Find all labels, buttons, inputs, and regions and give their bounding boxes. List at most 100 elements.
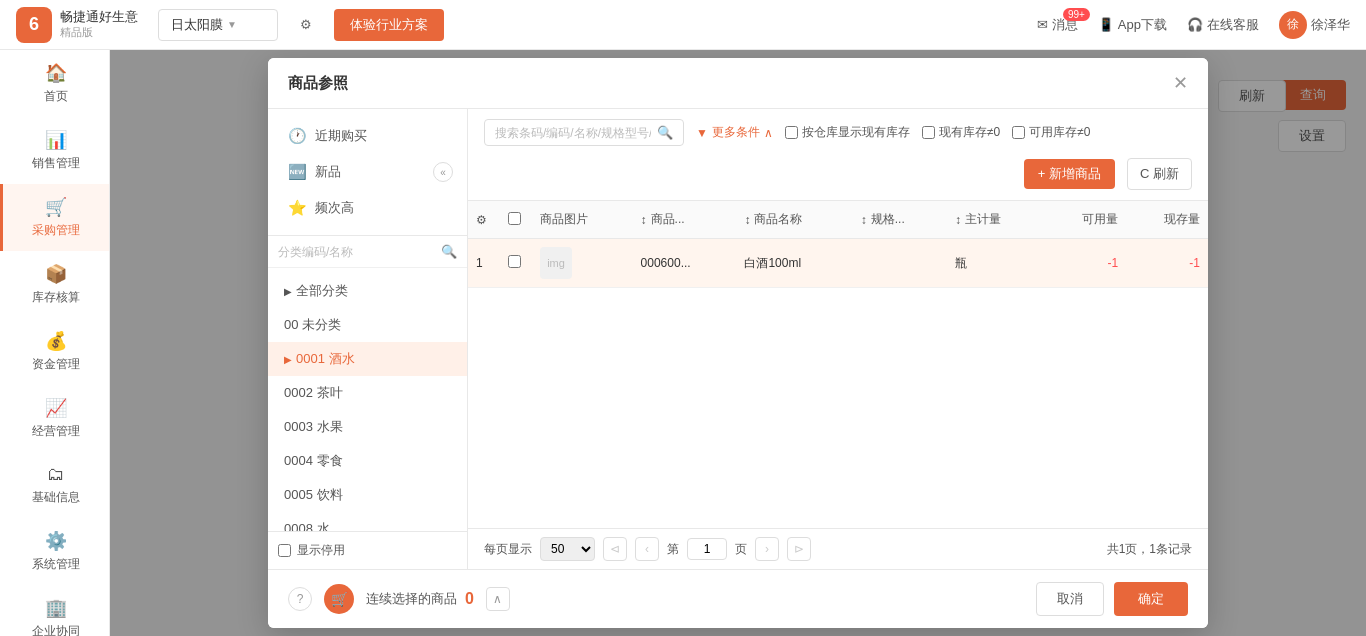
refresh-button[interactable]: C 刷新 xyxy=(1127,158,1192,190)
toolbar: 🔍 ▼ 更多条件 ∧ 按仓库显示现有库存 xyxy=(468,109,1208,201)
first-page-button[interactable]: ⊲ xyxy=(603,537,627,561)
modal-close-button[interactable]: ✕ xyxy=(1173,72,1188,94)
app-download-button[interactable]: 📱 App下载 xyxy=(1098,16,1167,34)
category-0002-label: 0002 茶叶 xyxy=(284,384,343,402)
chevron-up-icon: ∧ xyxy=(764,126,773,140)
col-img: 商品图片 xyxy=(532,201,633,239)
row-checkbox[interactable] xyxy=(508,255,521,268)
cell-unit: 瓶 xyxy=(947,239,1044,288)
category-list: ▶ 全部分类 00 未分类 ▶ 0001 酒水 0002 茶 xyxy=(268,268,467,531)
page-label: 第 xyxy=(667,541,679,558)
category-00[interactable]: 00 未分类 xyxy=(268,308,467,342)
col-code[interactable]: ↕ 商品... xyxy=(633,201,737,239)
search-icon[interactable]: 🔍 xyxy=(441,244,457,259)
sidebar-item-home[interactable]: 🏠 首页 xyxy=(0,50,109,117)
collapse-footer-button[interactable]: ∧ xyxy=(486,587,510,611)
sidebar-item-basic[interactable]: 🗂 基础信息 xyxy=(0,452,109,518)
collapse-panel-button[interactable]: « xyxy=(433,162,453,182)
show-disabled-checkbox[interactable] xyxy=(278,544,291,557)
quick-recent-label: 近期购买 xyxy=(315,127,367,145)
sidebar-item-operations[interactable]: 📈 经营管理 xyxy=(0,385,109,452)
select-all-checkbox[interactable] xyxy=(508,212,521,225)
message-icon: ✉ xyxy=(1037,17,1048,32)
cart-count-area: 连续选择的商品 0 xyxy=(366,590,474,608)
user-avatar[interactable]: 徐 徐泽华 xyxy=(1279,11,1350,39)
messages-button[interactable]: ✉ 消息 99+ xyxy=(1037,16,1078,34)
expand-icon-0001: ▶ xyxy=(284,354,292,365)
sidebar-item-sales[interactable]: 📊 销售管理 xyxy=(0,117,109,184)
prev-page-button[interactable]: ‹ xyxy=(635,537,659,561)
confirm-button[interactable]: 确定 xyxy=(1114,582,1188,616)
pagination: 每页显示 50 100 ⊲ ‹ 第 页 › ⊳ 共 xyxy=(468,528,1208,569)
cancel-button[interactable]: 取消 xyxy=(1036,582,1104,616)
store-selector[interactable]: 日太阳膜 ▼ xyxy=(158,9,278,41)
col-settings[interactable]: ⚙ xyxy=(468,201,500,239)
top-navigation: 6 畅捷通好生意 精品版 日太阳膜 ▼ ⚙ 体验行业方案 ✉ 消息 99+ 📱 … xyxy=(0,0,1366,50)
cell-code: 000600... xyxy=(633,239,737,288)
category-search-input[interactable] xyxy=(278,245,435,259)
category-0001[interactable]: ▶ 0001 酒水 xyxy=(268,342,467,376)
sidebar-item-inventory[interactable]: 📦 库存核算 xyxy=(0,251,109,318)
col-checkbox[interactable] xyxy=(500,201,532,239)
category-0008[interactable]: 0008 水 xyxy=(268,512,467,531)
sidebar-label-system: 系统管理 xyxy=(32,556,80,573)
table-row[interactable]: 1 img 000600... 白酒100ml 瓶 xyxy=(468,239,1208,288)
quick-frequent[interactable]: ⭐ 频次高 xyxy=(278,191,433,225)
left-panel: 🕐 近期购买 🆕 新品 ⭐ 频次高 xyxy=(268,109,468,569)
avatar: 徐 xyxy=(1279,11,1307,39)
col-stock[interactable]: 现存量 xyxy=(1126,201,1208,239)
cell-img: img xyxy=(532,239,633,288)
category-0003[interactable]: 0003 水果 xyxy=(268,410,467,444)
category-0005[interactable]: 0005 饮料 xyxy=(268,478,467,512)
page-unit: 页 xyxy=(735,541,747,558)
nav-right: ✉ 消息 99+ 📱 App下载 🎧 在线客服 徐 徐泽华 xyxy=(1037,11,1350,39)
last-page-button[interactable]: ⊳ xyxy=(787,537,811,561)
product-reference-modal: 商品参照 ✕ 🕐 近期购买 xyxy=(268,58,1208,628)
col-spec[interactable]: ↕ 规格... xyxy=(853,201,947,239)
col-available[interactable]: 可用量 xyxy=(1045,201,1127,239)
cell-checkbox[interactable] xyxy=(500,239,532,288)
sidebar-label-operations: 经营管理 xyxy=(32,423,80,440)
online-support-button[interactable]: 🎧 在线客服 xyxy=(1187,16,1259,34)
expand-icon: ▶ xyxy=(284,286,292,297)
category-0004[interactable]: 0004 零食 xyxy=(268,444,467,478)
sidebar-item-finance[interactable]: 💰 资金管理 xyxy=(0,318,109,385)
total-info: 共1页，1条记录 xyxy=(1107,541,1192,558)
sort-icon-spec: ↕ xyxy=(861,213,867,227)
add-product-button[interactable]: + 新增商品 xyxy=(1024,159,1115,189)
main-layout: 🏠 首页 📊 销售管理 🛒 采购管理 📦 库存核算 💰 资金管理 📈 经营管理 … xyxy=(0,50,1366,636)
operations-icon: 📈 xyxy=(45,397,67,419)
sidebar-item-purchase[interactable]: 🛒 采购管理 xyxy=(0,184,109,251)
category-all[interactable]: ▶ 全部分类 xyxy=(268,274,467,308)
table-header-row: ⚙ 商品图片 ↕ 商品... xyxy=(468,201,1208,239)
sidebar-item-system[interactable]: ⚙️ 系统管理 xyxy=(0,518,109,585)
category-0002[interactable]: 0002 茶叶 xyxy=(268,376,467,410)
more-filters-button[interactable]: ▼ 更多条件 ∧ xyxy=(696,124,773,141)
help-button[interactable]: ? xyxy=(288,587,312,611)
finance-icon: 💰 xyxy=(45,330,67,352)
col-unit[interactable]: ↕ 主计量 xyxy=(947,201,1044,239)
col-name[interactable]: ↕ 商品名称 xyxy=(736,201,852,239)
quick-recent[interactable]: 🕐 近期购买 xyxy=(278,119,433,153)
modal-overlay: 商品参照 ✕ 🕐 近期购买 xyxy=(110,50,1366,636)
cart-count-badge: 0 xyxy=(465,590,474,608)
logo-text: 畅捷通好生意 xyxy=(60,9,138,26)
trial-button[interactable]: 体验行业方案 xyxy=(334,9,444,41)
warehouse-display-checkbox[interactable]: 按仓库显示现有库存 xyxy=(785,124,910,141)
available-stock-checkbox[interactable]: 现有库存≠0 xyxy=(922,124,1000,141)
usable-stock-checkbox[interactable]: 可用库存≠0 xyxy=(1012,124,1090,141)
chevron-down-icon: ▼ xyxy=(227,19,237,30)
page-size-select[interactable]: 50 100 xyxy=(540,537,595,561)
quick-new[interactable]: 🆕 新品 xyxy=(278,155,433,189)
category-0001-label: 0001 酒水 xyxy=(296,350,355,368)
settings-icon[interactable]: ⚙ xyxy=(290,9,322,41)
product-search-input[interactable] xyxy=(495,126,651,140)
category-0004-label: 0004 零食 xyxy=(284,452,343,470)
sidebar-label-sales: 销售管理 xyxy=(32,155,80,172)
next-page-button[interactable]: › xyxy=(755,537,779,561)
messages-badge: 99+ xyxy=(1063,8,1090,21)
sidebar-item-enterprise[interactable]: 🏢 企业协同 xyxy=(0,585,109,636)
page-number-input[interactable] xyxy=(687,538,727,560)
search-submit-icon[interactable]: 🔍 xyxy=(657,125,673,140)
right-panel: 🔍 ▼ 更多条件 ∧ 按仓库显示现有库存 xyxy=(468,109,1208,569)
